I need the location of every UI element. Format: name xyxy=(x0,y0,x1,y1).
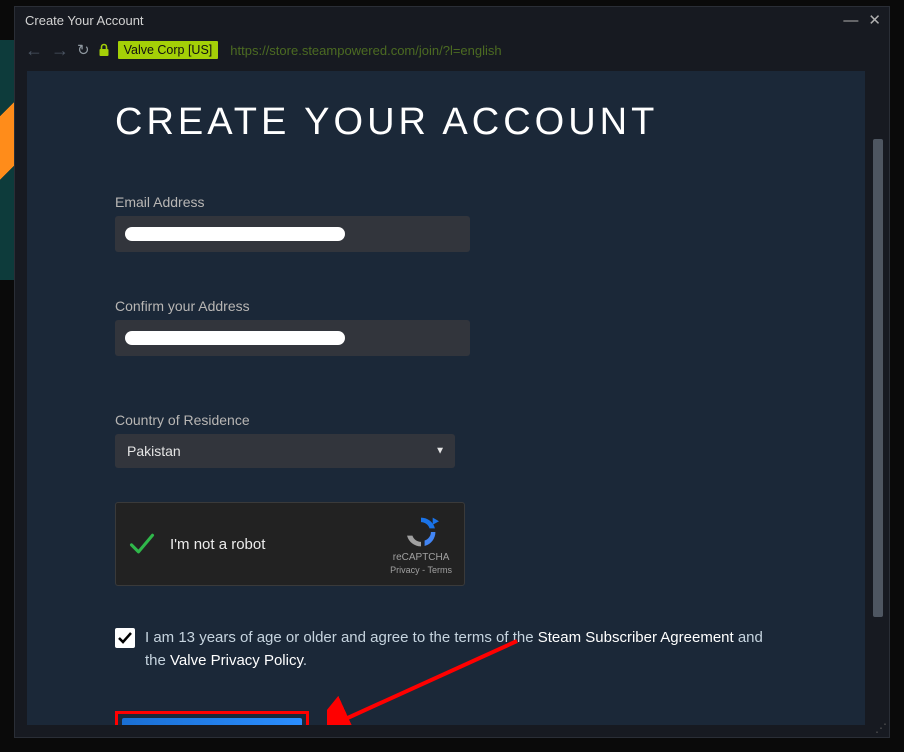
window-title: Create Your Account xyxy=(23,13,843,28)
forward-button[interactable]: → xyxy=(51,40,69,61)
titlebar: Create Your Account — ✕ xyxy=(15,7,889,33)
email-label: Email Address xyxy=(115,194,777,210)
scrollbar[interactable] xyxy=(873,71,883,739)
continue-highlight: Continue xyxy=(115,711,309,726)
privacy-policy-link[interactable]: Valve Privacy Policy xyxy=(170,652,303,669)
continue-button[interactable]: Continue xyxy=(122,718,302,726)
redacted-email xyxy=(125,227,345,241)
country-group: Country of Residence Pakistan ▼ xyxy=(115,412,777,468)
cert-badge: Valve Corp [US] xyxy=(118,41,219,59)
captcha-left: I'm not a robot xyxy=(128,530,265,558)
country-label: Country of Residence xyxy=(115,412,777,428)
back-button[interactable]: ← xyxy=(25,40,43,61)
captcha-branding: reCAPTCHA Privacy - Terms xyxy=(390,514,452,575)
content-area: CREATE YOUR ACCOUNT Email Address Confir… xyxy=(27,71,865,725)
minimize-button[interactable]: — xyxy=(843,12,858,29)
redacted-confirm xyxy=(125,331,345,345)
agreement-row: I am 13 years of age or older and agree … xyxy=(115,626,777,673)
close-button[interactable]: ✕ xyxy=(868,11,881,29)
app-window: Create Your Account — ✕ ← → ↻ Valve Corp… xyxy=(14,6,890,738)
recaptcha-icon xyxy=(403,514,439,550)
captcha-brand: reCAPTCHA xyxy=(393,552,450,563)
email-group: Email Address xyxy=(115,194,777,252)
agreement-suffix: . xyxy=(303,652,307,669)
resize-grip[interactable]: ⋰ xyxy=(875,721,887,735)
agreement-prefix: I am 13 years of age or older and agree … xyxy=(145,629,538,646)
country-select[interactable]: Pakistan xyxy=(115,434,455,468)
address-bar-url[interactable]: https://store.steampowered.com/join/?l=e… xyxy=(230,43,501,58)
subscriber-agreement-link[interactable]: Steam Subscriber Agreement xyxy=(538,629,734,646)
reload-button[interactable]: ↻ xyxy=(77,41,90,59)
recaptcha-widget[interactable]: I'm not a robot reCAPTCHA Privacy - Term… xyxy=(115,502,465,586)
checkmark-icon xyxy=(117,630,133,646)
page-title: CREATE YOUR ACCOUNT xyxy=(115,101,777,144)
confirm-email-label: Confirm your Address xyxy=(115,298,777,314)
window-controls: — ✕ xyxy=(843,11,881,29)
lock-icon xyxy=(98,43,110,57)
captcha-label: I'm not a robot xyxy=(170,536,265,553)
page: CREATE YOUR ACCOUNT Email Address Confir… xyxy=(27,71,865,725)
confirm-email-group: Confirm your Address xyxy=(115,298,777,356)
browser-navbar: ← → ↻ Valve Corp [US] https://store.stea… xyxy=(15,33,889,67)
agreement-checkbox[interactable] xyxy=(115,628,135,648)
captcha-links[interactable]: Privacy - Terms xyxy=(390,565,452,575)
captcha-checkmark-icon xyxy=(128,530,156,558)
side-decoration xyxy=(0,40,14,280)
scrollbar-thumb[interactable] xyxy=(873,139,883,617)
agreement-text: I am 13 years of age or older and agree … xyxy=(145,626,777,673)
